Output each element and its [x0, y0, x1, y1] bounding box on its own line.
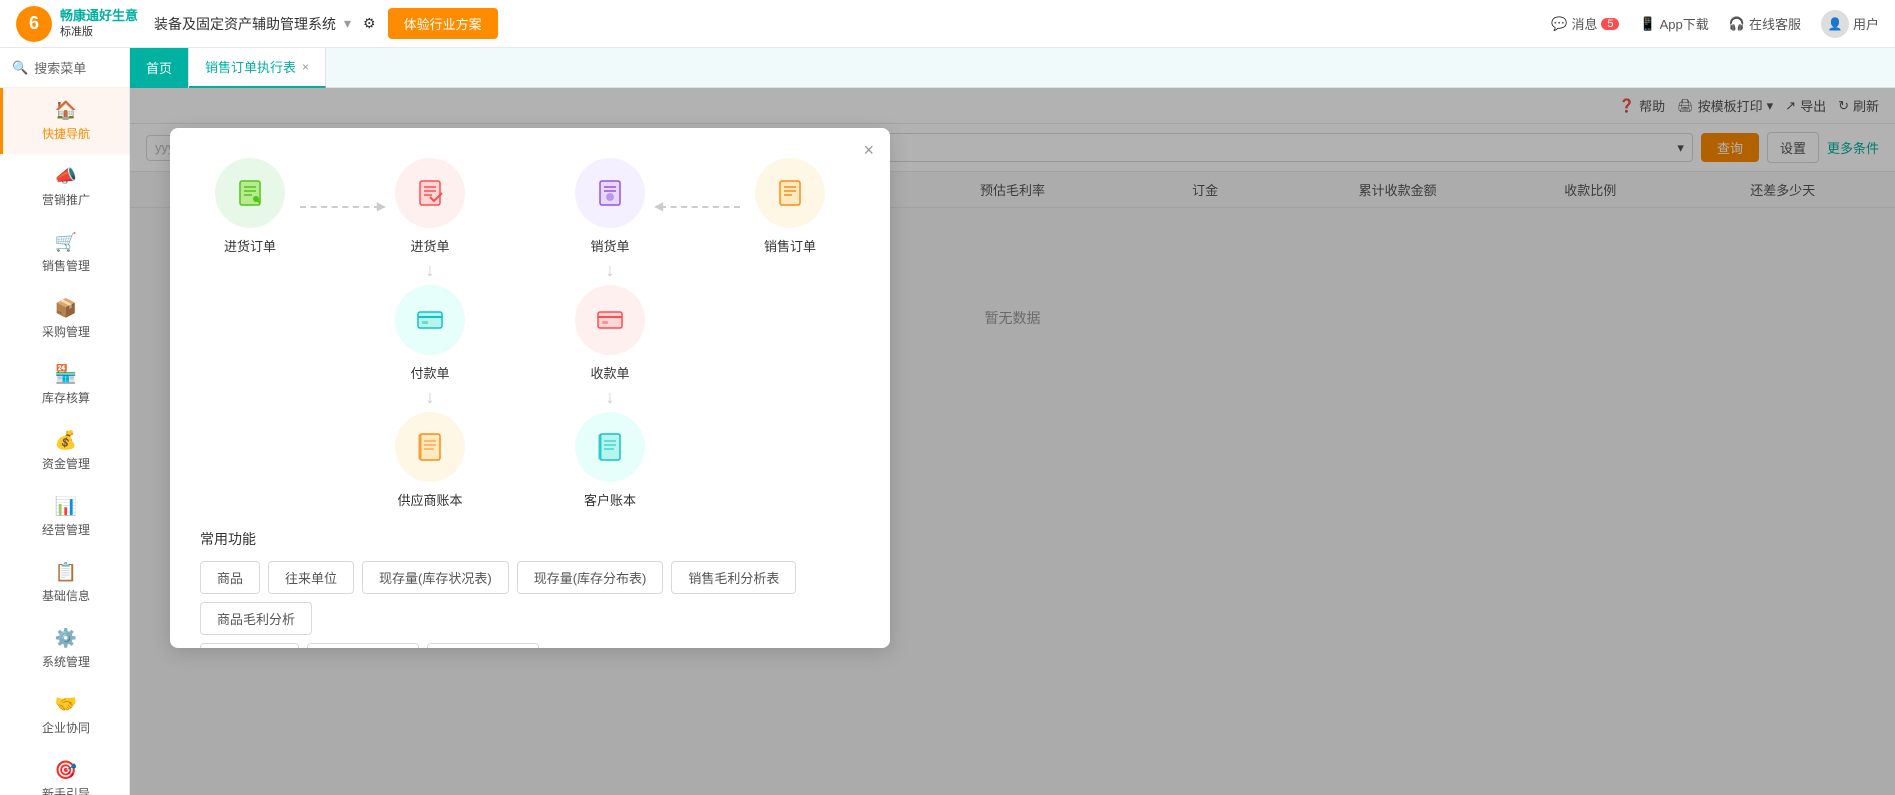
sale-order-icon — [755, 158, 825, 228]
tab-sales-exec[interactable]: 销售订单执行表 × — [189, 48, 326, 88]
flow-node-sale-bill[interactable]: 销货单 — [575, 158, 645, 255]
guide-icon: 🎯 — [55, 760, 77, 781]
purchase-bill-label: 进货单 — [410, 236, 449, 255]
logo-icon: 6 — [16, 6, 52, 42]
arrow-down-1: ↓ — [426, 255, 435, 285]
sidebar-item-marketing[interactable]: 📣 营销推广 — [0, 154, 129, 220]
user-menu[interactable]: 👤 用户 — [1821, 10, 1879, 38]
topbar-right: 💬 消息 5 📱 App下载 🎧 在线客服 👤 用户 — [1551, 10, 1879, 38]
supplier-ledger-icon — [395, 412, 465, 482]
tab-close-icon[interactable]: × — [302, 60, 309, 74]
purchase-order-icon — [215, 158, 285, 228]
collab-icon: 🤝 — [55, 694, 77, 715]
sale-order-label: 销售订单 — [764, 236, 816, 255]
func-btn-goods[interactable]: 商品 — [200, 561, 260, 594]
sale-bill-icon — [575, 158, 645, 228]
sale-bill-label: 销货单 — [590, 236, 629, 255]
system-title: 装备及固定资产辅助管理系统 — [154, 14, 336, 34]
main-content: ❓ 帮助 🖨 按模板打印 ▾ ↗ 导出 ↻ 刷新 — [130, 88, 1895, 795]
app-download-button[interactable]: 📱 App下载 — [1639, 14, 1708, 33]
marketing-icon: 📣 — [55, 166, 77, 187]
arrow-down-3: ↓ — [426, 382, 435, 412]
sidebar-item-quick-nav[interactable]: 🏠 快捷导航 — [0, 88, 129, 154]
inventory-icon: 🏪 — [55, 364, 77, 385]
arrow-down-4: ↓ — [606, 382, 615, 412]
settings-icon[interactable]: ⚙ — [363, 15, 376, 32]
search-icon: 🔍 — [12, 60, 28, 76]
logo-text: 畅康通好生意 标准版 — [60, 8, 138, 39]
message-button[interactable]: 💬 消息 5 — [1551, 14, 1619, 33]
service-icon: 🎧 — [1729, 16, 1745, 32]
customer-ledger-icon — [575, 412, 645, 482]
system-title-area: 装备及固定资产辅助管理系统 ▾ ⚙ — [154, 14, 376, 34]
tab-bar: 首页 销售订单执行表 × — [130, 48, 1895, 88]
system-icon: ⚙️ — [55, 628, 77, 649]
func-btn-sale-profit[interactable]: 销售毛利分析表 — [671, 561, 796, 594]
arrow-2: ◀ — [660, 206, 740, 208]
common-functions: 常用功能 商品 往来单位 现存量(库存状况表) 现存量(库存分布表) 销售毛利分… — [200, 529, 860, 648]
online-service-button[interactable]: 🎧 在线客服 — [1729, 14, 1801, 33]
quick-nav-icon: 🏠 — [55, 100, 77, 121]
sidebar-item-system[interactable]: ⚙️ 系统管理 — [0, 616, 129, 682]
func-btn-partners[interactable]: 往来单位 — [268, 561, 354, 594]
func-btn-stock-dist[interactable]: 现存量(库存分布表) — [517, 561, 664, 594]
customer-ledger-label: 客户账本 — [584, 490, 636, 509]
flow-node-customer-ledger[interactable]: 客户账本 — [575, 412, 645, 509]
sidebar-item-sales[interactable]: 🛒 销售管理 — [0, 220, 129, 286]
system-dropdown-icon[interactable]: ▾ — [344, 15, 351, 32]
sidebar-item-inventory[interactable]: 🏪 库存核算 — [0, 352, 129, 418]
func-btn-stock-status[interactable]: 现存量(库存状况表) — [362, 561, 509, 594]
func-buttons-row1: 商品 往来单位 现存量(库存状况表) 现存量(库存分布表) 销售毛利分析表 商品… — [200, 561, 860, 635]
func-btn-receipt-stats[interactable]: 收款情况统计 — [307, 643, 419, 648]
flow-node-payment-out[interactable]: 付款单 — [395, 285, 465, 382]
sidebar-item-purchase[interactable]: 📦 采购管理 — [0, 286, 129, 352]
payment-out-label: 付款单 — [410, 363, 449, 382]
basic-icon: 📋 — [55, 562, 77, 583]
sidebar: 🔍 搜索菜单 🏠 快捷导航 📣 营销推广 🛒 销售管理 📦 采购管理 🏪 — [0, 48, 130, 795]
payment-out-icon — [395, 285, 465, 355]
arrow-down-2: ↓ — [606, 255, 615, 285]
purchase-icon: 📦 — [55, 298, 77, 319]
modal-close-button[interactable]: × — [863, 140, 874, 161]
quick-nav-modal: × 进货订单 — [170, 128, 890, 648]
sidebar-item-collab[interactable]: 🤝 企业协同 — [0, 682, 129, 748]
avatar: 👤 — [1821, 10, 1849, 38]
func-btn-sales-rank[interactable]: 销售排行榜 — [200, 643, 299, 648]
supplier-ledger-label: 供应商账本 — [397, 490, 462, 509]
search-menu-button[interactable]: 🔍 搜索菜单 — [0, 48, 129, 88]
logo-area: 6 畅康通好生意 标准版 — [16, 6, 146, 42]
modal-overlay: × 进货订单 — [130, 88, 1895, 795]
purchase-order-label: 进货订单 — [224, 236, 276, 255]
operations-icon: 📊 — [55, 496, 77, 517]
trial-button[interactable]: 体验行业方案 — [388, 8, 498, 39]
flow-node-payment-in[interactable]: 收款单 — [575, 285, 645, 382]
flow-node-purchase-order[interactable]: 进货订单 — [215, 158, 285, 255]
func-btn-payment-stats[interactable]: 付款情况统计 — [427, 643, 539, 648]
sidebar-item-basic[interactable]: 📋 基础信息 — [0, 550, 129, 616]
tab-home[interactable]: 首页 — [130, 48, 189, 88]
func-btn-goods-profit[interactable]: 商品毛利分析 — [200, 602, 312, 635]
message-icon: 💬 — [1551, 16, 1567, 32]
sidebar-item-guide[interactable]: 🎯 新手引导 — [0, 748, 129, 795]
purchase-bill-icon — [395, 158, 465, 228]
finance-icon: 💰 — [55, 430, 77, 451]
arrow-1: ▶ — [300, 206, 380, 208]
content-area: 首页 销售订单执行表 × ❓ 帮助 🖨 — [130, 48, 1895, 795]
flow-node-sale-order[interactable]: 销售订单 — [755, 158, 825, 255]
flow-node-supplier-ledger[interactable]: 供应商账本 — [395, 412, 465, 509]
sidebar-item-operations[interactable]: 📊 经营管理 — [0, 484, 129, 550]
func-buttons-row2: 销售排行榜 收款情况统计 付款情况统计 — [200, 643, 860, 648]
message-badge: 5 — [1601, 18, 1619, 30]
sales-icon: 🛒 — [55, 232, 77, 253]
payment-in-label: 收款单 — [590, 363, 629, 382]
sidebar-item-finance[interactable]: 💰 资金管理 — [0, 418, 129, 484]
download-icon: 📱 — [1639, 16, 1655, 32]
payment-in-icon — [575, 285, 645, 355]
common-func-title: 常用功能 — [200, 529, 860, 549]
flow-node-purchase-bill[interactable]: 进货单 — [395, 158, 465, 255]
